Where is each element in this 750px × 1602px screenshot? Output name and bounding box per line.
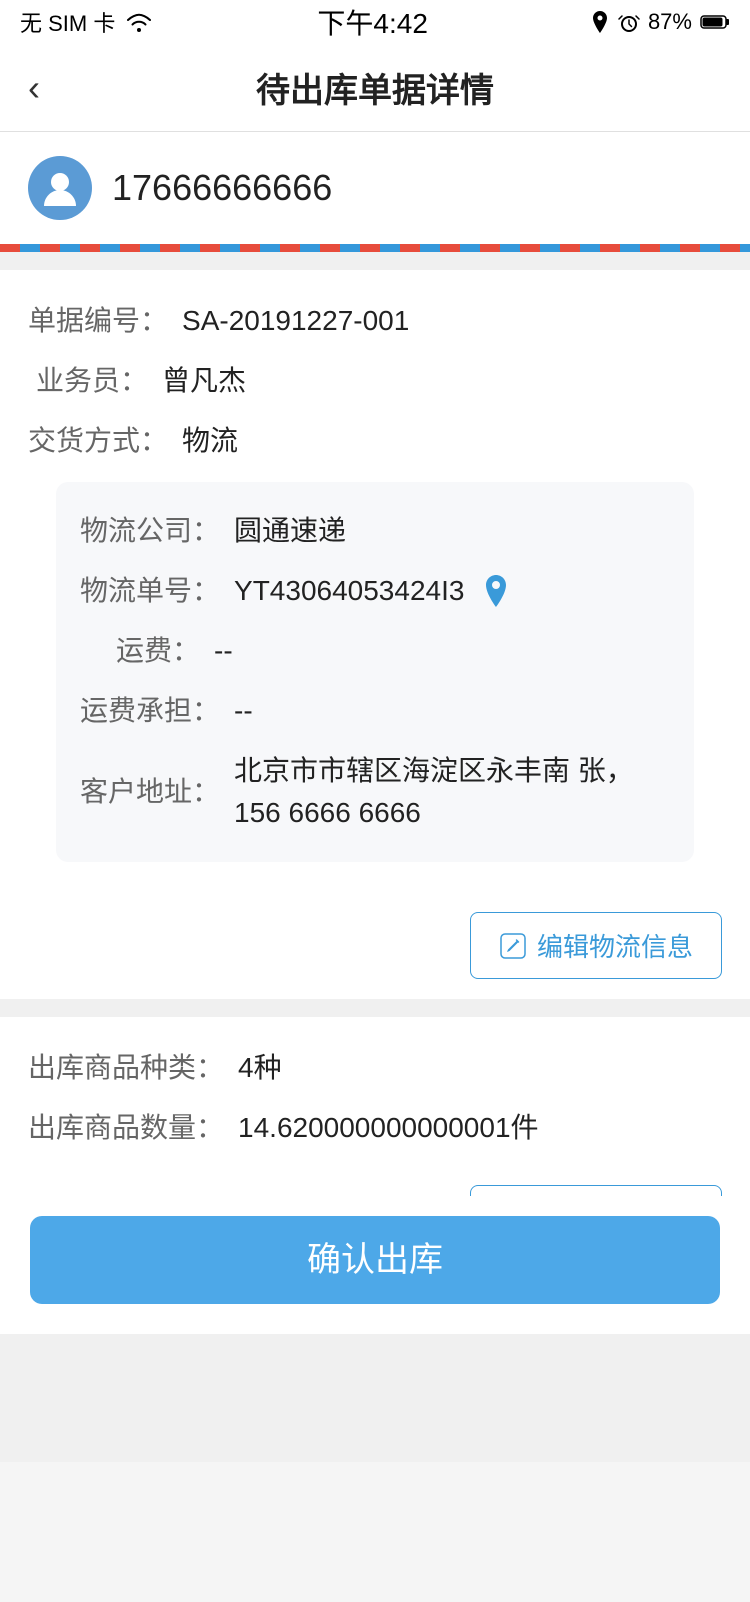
product-quantity-label: 出库商品数量： (28, 1107, 224, 1149)
nav-bar: ‹ 待出库单据详情 (0, 44, 750, 132)
logistics-company-value: 圆通速递 (234, 510, 670, 552)
salesperson-row: 业务员： 曾凡杰 (28, 360, 722, 402)
section-divider-2 (0, 999, 750, 1017)
page-title: 待出库单据详情 (256, 63, 494, 112)
delivery-row: 交货方式： 物流 (28, 420, 722, 462)
freight-bearer-label: 运费承担： (80, 690, 220, 732)
product-types-value: 4种 (238, 1047, 722, 1089)
freight-bearer-row: 运费承担： -- (80, 690, 670, 732)
logistics-company-label: 物流公司： (80, 510, 220, 552)
address-value: 北京市市辖区海淀区永丰南 张，156 6666 6666 (234, 750, 670, 834)
salesperson-label: 业务员： (28, 360, 148, 402)
status-carrier: 无 SIM 卡 (20, 6, 155, 38)
status-right: 87% (590, 9, 730, 35)
battery-icon (700, 13, 730, 31)
status-time: 下午4:42 (317, 2, 428, 42)
address-label: 客户地址： (80, 771, 220, 813)
tracking-row: YT43064053424I3 (234, 570, 670, 612)
section-divider-1 (0, 252, 750, 270)
freight-value: -- (214, 630, 670, 672)
salesperson-value: 曾凡杰 (162, 360, 722, 402)
status-bar: 无 SIM 卡 下午4:42 87% (0, 0, 750, 44)
freight-row: 运费： -- (80, 630, 670, 672)
delivery-method-label: 交货方式： (28, 420, 168, 462)
logistics-company-row: 物流公司： 圆通速递 (80, 510, 670, 552)
product-types-label: 出库商品种类： (28, 1047, 224, 1089)
delivery-method-value: 物流 (182, 420, 722, 462)
logistics-card: 物流公司： 圆通速递 物流单号： YT43064053424I3 运费： -- … (56, 482, 694, 862)
confirm-checkout-button[interactable]: 确认出库 (30, 1216, 720, 1304)
edit-icon (499, 932, 527, 960)
order-info-section: 单据编号： SA-20191227-001 业务员： 曾凡杰 交货方式： 物流 … (0, 270, 750, 892)
order-number-value: SA-20191227-001 (182, 300, 722, 342)
edit-btn-row: 编辑物流信息 (0, 892, 750, 999)
location-icon (590, 11, 610, 33)
freight-bearer-value: -- (234, 690, 670, 732)
customer-header: 17666666666 (0, 132, 750, 244)
confirm-btn-area: 确认出库 (0, 1196, 750, 1334)
back-button[interactable]: ‹ (28, 67, 40, 109)
products-section: 出库商品种类： 4种 出库商品数量： 14.620000000000001件 (0, 1017, 750, 1169)
wifi-icon (123, 11, 155, 33)
product-quantity-row: 出库商品数量： 14.620000000000001件 (28, 1107, 722, 1149)
decorative-line (0, 244, 750, 252)
address-row: 客户地址： 北京市市辖区海淀区永丰南 张，156 6666 6666 (80, 750, 670, 834)
product-types-row: 出库商品种类： 4种 (28, 1047, 722, 1089)
logistics-tracking-label: 物流单号： (80, 570, 220, 612)
battery-percent: 87% (648, 9, 692, 35)
user-icon (40, 168, 80, 208)
freight-label: 运费： (80, 630, 200, 672)
edit-logistics-label: 编辑物流信息 (537, 927, 693, 964)
order-number-row: 单据编号： SA-20191227-001 (28, 300, 722, 342)
carrier-text: 无 SIM 卡 (20, 6, 115, 38)
edit-logistics-button[interactable]: 编辑物流信息 (470, 912, 722, 979)
alarm-icon (618, 11, 640, 33)
customer-phone: 17666666666 (112, 167, 332, 209)
order-number-label: 单据编号： (28, 300, 168, 342)
map-pin-icon[interactable] (478, 573, 514, 609)
avatar (28, 156, 92, 220)
product-quantity-value: 14.620000000000001件 (238, 1107, 722, 1149)
tracking-number: YT43064053424I3 (234, 570, 464, 612)
logistics-tracking-row: 物流单号： YT43064053424I3 (80, 570, 670, 612)
